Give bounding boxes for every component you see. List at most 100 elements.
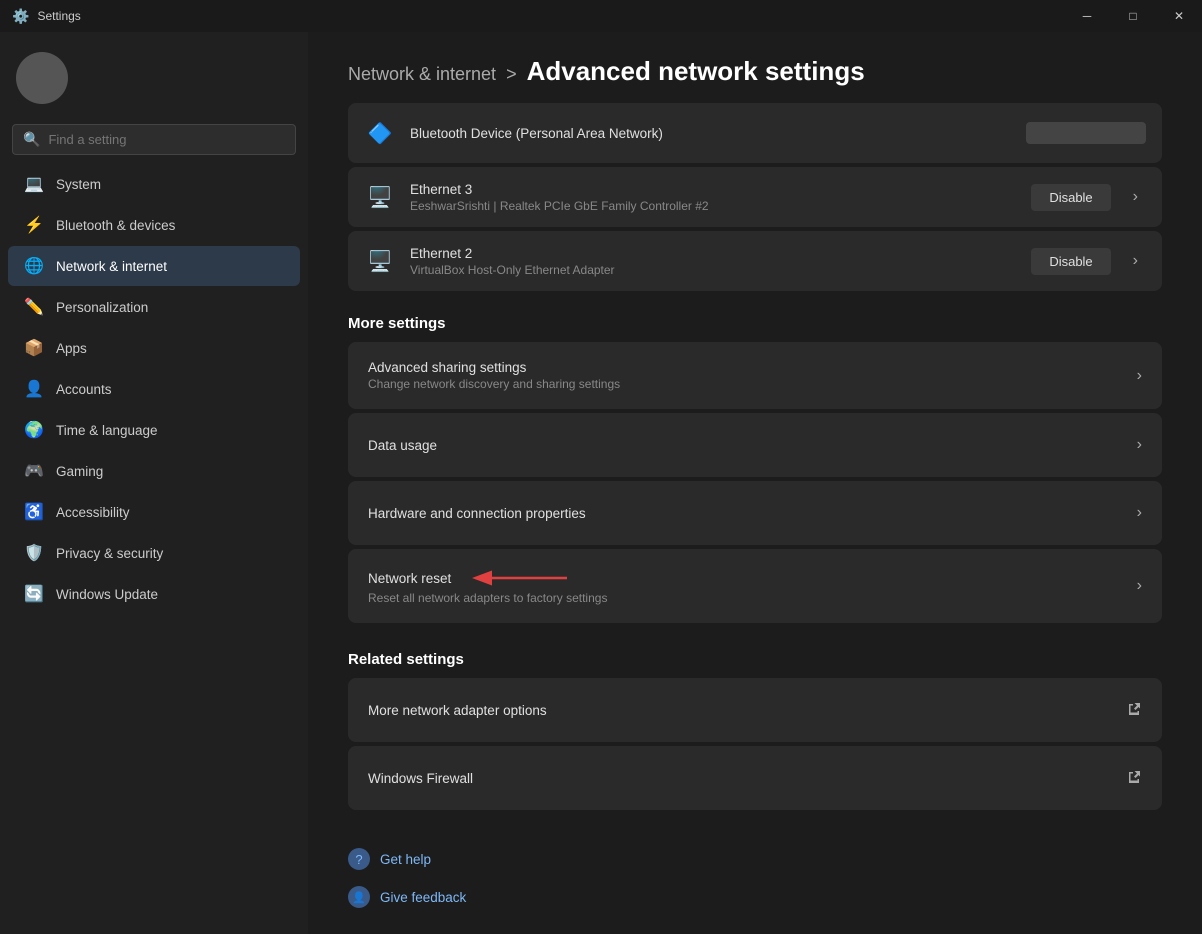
windows-firewall-content: Windows Firewall [368, 771, 1126, 786]
sidebar-item-personalization[interactable]: ✏️ Personalization [8, 287, 300, 327]
search-input[interactable] [48, 132, 285, 147]
hardware-connection-row[interactable]: Hardware and connection properties › [348, 481, 1162, 545]
arrow-annotation: Network reset [368, 567, 1137, 589]
network-reset-content: Network reset [368, 567, 1137, 605]
search-icon: 🔍 [23, 131, 40, 148]
sidebar-item-label-accessibility: Accessibility [56, 505, 130, 520]
related-settings-heading: Related settings [348, 651, 1162, 668]
sidebar-nav: 💻 System ⚡ Bluetooth & devices 🌐 Network & in… [0, 163, 308, 615]
sidebar-item-time[interactable]: 🌍 Time & language [8, 410, 300, 450]
disable-ethernet2-button[interactable]: Disable [1031, 248, 1110, 275]
more-network-adapter-content: More network adapter options [368, 703, 1126, 718]
data-usage-content: Data usage [368, 438, 1137, 453]
avatar [16, 52, 68, 104]
hardware-connection-content: Hardware and connection properties [368, 506, 1137, 521]
advanced-sharing-title: Advanced sharing settings [368, 360, 1137, 375]
page-header: Network & internet > Advanced network se… [308, 32, 1202, 103]
maximize-button[interactable]: □ [1110, 0, 1156, 32]
ethernet3-sub: EeshwarSrishti | Realtek PCIe GbE Family… [410, 199, 1017, 213]
hardware-connection-title: Hardware and connection properties [368, 506, 1137, 521]
gaming-icon: 🎮 [24, 461, 44, 481]
advanced-sharing-chevron: › [1137, 367, 1142, 385]
sidebar-item-label-gaming: Gaming [56, 464, 103, 479]
give-feedback-icon: 👤 [348, 886, 370, 908]
advanced-sharing-sub: Change network discovery and sharing set… [368, 377, 1137, 391]
device-info: Bluetooth Device (Personal Area Network) [410, 126, 1012, 141]
main-content: Network & internet > Advanced network se… [308, 32, 1202, 934]
ethernet2-sub: VirtualBox Host-Only Ethernet Adapter [410, 263, 1017, 277]
bluetooth-icon: ⚡ [24, 215, 44, 235]
ethernet-icon: 🖥️ [364, 181, 396, 213]
sidebar-item-network[interactable]: 🌐 Network & internet [8, 246, 300, 286]
more-network-adapter-row[interactable]: More network adapter options [348, 678, 1162, 742]
sidebar-item-label-network: Network & internet [56, 259, 167, 274]
search-box[interactable]: 🔍 [12, 124, 296, 155]
sidebar-item-windows_update[interactable]: 🔄 Windows Update [8, 574, 300, 614]
device-card-ethernet2: 🖥️ Ethernet 2 VirtualBox Host-Only Ether… [348, 231, 1162, 291]
sidebar-item-system[interactable]: 💻 System [8, 164, 300, 204]
breadcrumb-parent: Network & internet [348, 64, 496, 85]
get-help-link[interactable]: ? Get help [348, 844, 1162, 874]
give-feedback-label: Give feedback [380, 890, 466, 905]
time-icon: 🌍 [24, 420, 44, 440]
device-info-ethernet3: Ethernet 3 EeshwarSrishti | Realtek PCIe… [410, 182, 1017, 213]
windows_update-icon: 🔄 [24, 584, 44, 604]
close-button[interactable]: ✕ [1156, 0, 1202, 32]
sidebar-item-label-bluetooth: Bluetooth & devices [56, 218, 175, 233]
sidebar-item-accessibility[interactable]: ♿ Accessibility [8, 492, 300, 532]
minimize-button[interactable]: ─ [1064, 0, 1110, 32]
sidebar-item-label-accounts: Accounts [56, 382, 112, 397]
privacy-icon: 🛡️ [24, 543, 44, 563]
sidebar-item-apps[interactable]: 📦 Apps [8, 328, 300, 368]
bluetooth-icon: 🔷 [364, 117, 396, 149]
ethernet2-expand-button[interactable]: › [1125, 248, 1146, 274]
sidebar-item-bluetooth[interactable]: ⚡ Bluetooth & devices [8, 205, 300, 245]
data-usage-chevron: › [1137, 436, 1142, 454]
network-reset-row[interactable]: Network reset [348, 549, 1162, 623]
device-info-ethernet2: Ethernet 2 VirtualBox Host-Only Ethernet… [410, 246, 1017, 277]
sidebar-item-label-personalization: Personalization [56, 300, 148, 315]
disable-ethernet3-button[interactable]: Disable [1031, 184, 1110, 211]
sidebar-item-label-privacy: Privacy & security [56, 546, 163, 561]
network-reset-title: Network reset [368, 571, 451, 586]
ethernet3-expand-button[interactable]: › [1125, 184, 1146, 210]
external-link-icon2 [1126, 769, 1142, 785]
sidebar-item-accounts[interactable]: 👤 Accounts [8, 369, 300, 409]
system-icon: 💻 [24, 174, 44, 194]
network-icon: 🌐 [24, 256, 44, 276]
sidebar-item-privacy[interactable]: 🛡️ Privacy & security [8, 533, 300, 573]
device-card-bluetooth: 🔷 Bluetooth Device (Personal Area Networ… [348, 103, 1162, 163]
advanced-sharing-row[interactable]: Advanced sharing settings Change network… [348, 342, 1162, 409]
ethernet2-name: Ethernet 2 [410, 246, 1017, 261]
windows-firewall-row[interactable]: Windows Firewall [348, 746, 1162, 810]
get-help-icon: ? [348, 848, 370, 870]
sidebar-item-label-time: Time & language [56, 423, 158, 438]
titlebar: ⚙️ Settings ─ □ ✕ [0, 0, 1202, 32]
advanced-sharing-content: Advanced sharing settings Change network… [368, 360, 1137, 391]
get-help-label: Get help [380, 852, 431, 867]
data-usage-row[interactable]: Data usage › [348, 413, 1162, 477]
sidebar-item-label-system: System [56, 177, 101, 192]
more-network-adapter-title: More network adapter options [368, 703, 1126, 718]
red-arrow-annotation [467, 567, 577, 589]
bottom-links: ? Get help 👤 Give feedback [308, 814, 1202, 912]
more-settings-heading: More settings [348, 315, 1162, 332]
give-feedback-link[interactable]: 👤 Give feedback [348, 882, 1162, 912]
personalization-icon: ✏️ [24, 297, 44, 317]
device-name: Bluetooth Device (Personal Area Network) [410, 126, 1012, 141]
sidebar-item-label-windows_update: Windows Update [56, 587, 158, 602]
hardware-connection-chevron: › [1137, 504, 1142, 522]
sidebar-item-gaming[interactable]: 🎮 Gaming [8, 451, 300, 491]
accessibility-icon: ♿ [24, 502, 44, 522]
settings-icon: ⚙️ [12, 8, 29, 25]
network-reset-chevron: › [1137, 577, 1142, 595]
profile-area [0, 40, 308, 116]
page-title: Advanced network settings [527, 56, 865, 87]
sidebar-item-label-apps: Apps [56, 341, 87, 356]
content-body: 🔷 Bluetooth Device (Personal Area Networ… [308, 103, 1202, 810]
ethernet2-icon: 🖥️ [364, 245, 396, 277]
device-card-ethernet3: 🖥️ Ethernet 3 EeshwarSrishti | Realtek P… [348, 167, 1162, 227]
accounts-icon: 👤 [24, 379, 44, 399]
apps-icon: 📦 [24, 338, 44, 358]
breadcrumb-separator: > [506, 64, 517, 85]
